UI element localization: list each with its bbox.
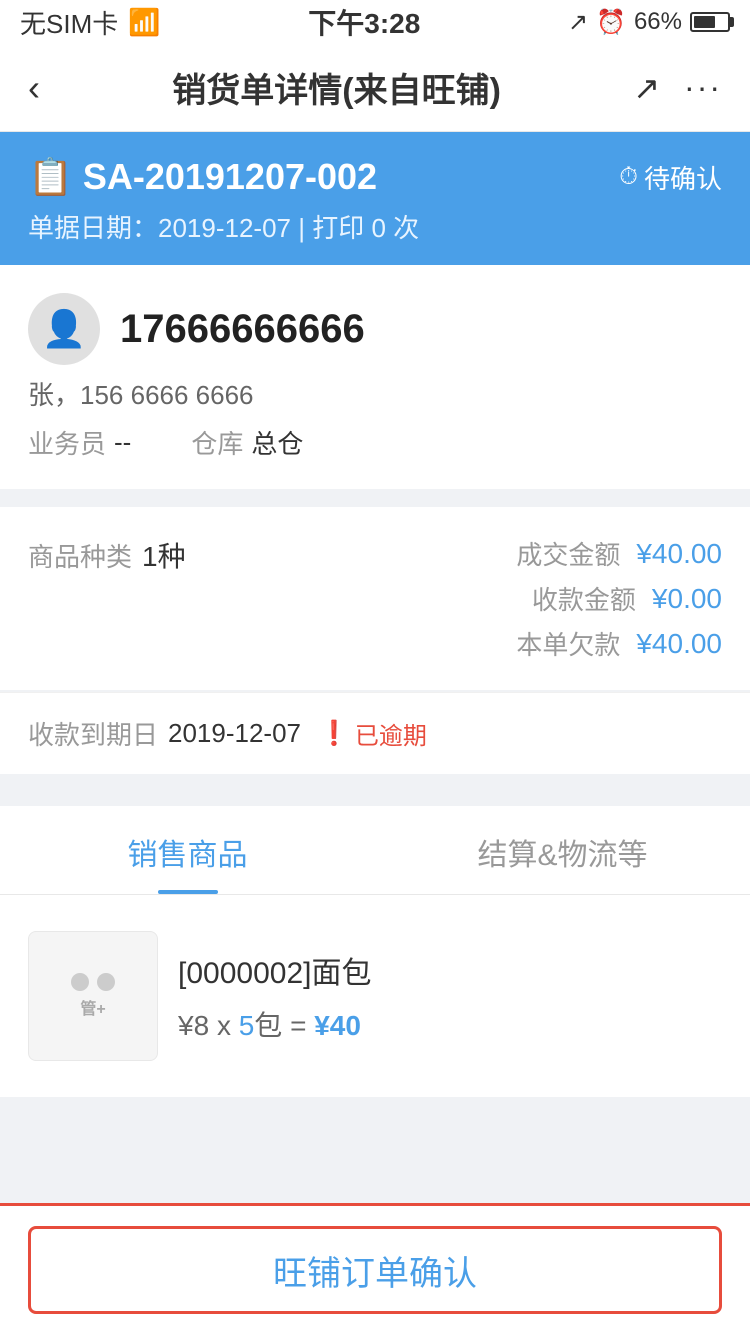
customer-info: 张，156 6666 6666	[28, 375, 722, 412]
avatar: 👤	[28, 293, 100, 365]
status-left: 无SIM卡 📶	[20, 4, 161, 41]
product-type-label: 商品种类	[28, 537, 132, 574]
due-date-label: 收款到期日	[28, 715, 158, 752]
product-info: [0000002]面包 ¥8 x 5包 = ¥40	[178, 948, 722, 1044]
due-date-section: 收款到期日 2019-12-07 ❗ 已逾期	[0, 692, 750, 774]
nav-bar: ‹ 销货单详情(来自旺铺) ↗ ···	[0, 44, 750, 132]
back-button[interactable]: ‹	[28, 67, 40, 109]
amount-label-2: 本单欠款	[516, 625, 620, 662]
order-status-text: 待确认	[644, 159, 722, 196]
amount-value-1: ¥0.00	[652, 583, 722, 615]
status-right: ↗ ⏰ 66%	[568, 8, 730, 37]
warehouse-item: 仓库 总仓	[191, 424, 303, 461]
order-date-value: 2019-12-07	[158, 213, 291, 243]
owl-eye-left	[71, 973, 89, 991]
divider-1	[0, 491, 750, 507]
amount-label-0: 成交金额	[516, 535, 620, 572]
financial-section: 商品种类 1种 成交金额 ¥40.00 收款金额 ¥0.00 本单欠款 ¥40.…	[0, 507, 750, 690]
owl-logo: 管+	[71, 973, 115, 1019]
product-type-value: 1种	[142, 535, 186, 575]
share-icon[interactable]: ↗	[633, 69, 660, 107]
time-display: 下午3:28	[308, 2, 420, 42]
order-header-top: 📋 SA-20191207-002 ⏱ 待确认	[28, 156, 722, 198]
product-total: ¥40	[314, 1010, 361, 1041]
order-date-separator: |	[291, 213, 312, 243]
product-item-0: 管+ [0000002]面包 ¥8 x 5包 = ¥40	[28, 915, 722, 1077]
order-number-icon: 📋	[28, 156, 73, 198]
product-code: [0000002]	[178, 957, 311, 990]
product-price-row: ¥8 x 5包 = ¥40	[178, 1004, 722, 1044]
battery-text: 66%	[634, 8, 682, 36]
owl-text: 管+	[80, 995, 105, 1019]
warehouse-label: 仓库	[191, 424, 243, 461]
overdue-badge: ❗ 已逾期	[319, 716, 427, 751]
divider-2	[0, 774, 750, 790]
product-name: [0000002]面包	[178, 948, 722, 992]
due-date-value: 2019-12-07	[168, 718, 301, 749]
product-list: 管+ [0000002]面包 ¥8 x 5包 = ¥40	[0, 895, 750, 1097]
avatar-icon: 👤	[42, 308, 87, 350]
order-status-badge: ⏱ 待确认	[619, 159, 722, 196]
amount-row-0: 成交金额 ¥40.00	[516, 535, 722, 572]
owl-eyes	[71, 973, 115, 991]
tabs-row: 销售商品 结算&物流等	[0, 806, 750, 895]
tab-sales-products[interactable]: 销售商品	[0, 806, 375, 894]
salesperson-value: --	[114, 427, 131, 458]
carrier-text: 无SIM卡	[20, 4, 118, 41]
order-date-label: 单据日期：	[28, 213, 158, 243]
battery-icon	[690, 12, 730, 32]
clock-icon: ⏱	[619, 163, 638, 191]
amount-value-0: ¥40.00	[636, 538, 722, 570]
status-bar: 无SIM卡 📶 下午3:28 ↗ ⏰ 66%	[0, 0, 750, 44]
financial-inner: 商品种类 1种 成交金额 ¥40.00 收款金额 ¥0.00 本单欠款 ¥40.…	[28, 535, 722, 662]
product-qty: 5	[239, 1010, 255, 1041]
equals-sign: =	[290, 1010, 314, 1041]
customer-phone: 17666666666	[120, 307, 365, 352]
location-icon: ↗	[568, 8, 588, 37]
financial-amounts: 成交金额 ¥40.00 收款金额 ¥0.00 本单欠款 ¥40.00	[516, 535, 722, 662]
warehouse-value: 总仓	[251, 424, 303, 461]
order-number: 📋 SA-20191207-002	[28, 156, 377, 198]
nav-right-actions: ↗ ···	[633, 69, 722, 107]
salesperson-item: 业务员 --	[28, 424, 131, 461]
overdue-text: 已逾期	[355, 716, 427, 751]
confirm-order-button[interactable]: 旺铺订单确认	[28, 1226, 722, 1314]
order-date-row: 单据日期：2019-12-07 | 打印 0 次	[28, 208, 722, 245]
alarm-icon: ⏰	[596, 8, 626, 37]
customer-section: 👤 17666666666 张，156 6666 6666 业务员 -- 仓库 …	[0, 265, 750, 489]
product-price: ¥8	[178, 1010, 209, 1041]
order-number-text: SA-20191207-002	[83, 156, 377, 198]
product-thumb-inner: 管+	[29, 932, 157, 1060]
tab-settlement-logistics[interactable]: 结算&物流等	[375, 806, 750, 894]
amount-value-2: ¥40.00	[636, 628, 722, 660]
warning-icon: ❗	[319, 719, 349, 748]
product-name-text: 面包	[311, 957, 371, 990]
product-type-area: 商品种类 1种	[28, 535, 186, 575]
more-options-icon[interactable]: ···	[684, 69, 722, 106]
customer-meta-row: 业务员 -- 仓库 总仓	[28, 424, 722, 461]
customer-row: 👤 17666666666	[28, 293, 722, 365]
product-unit: 包	[254, 1010, 282, 1041]
battery-fill	[694, 16, 715, 28]
order-header-card: 📋 SA-20191207-002 ⏱ 待确认 单据日期：2019-12-07 …	[0, 132, 750, 265]
salesperson-label: 业务员	[28, 424, 106, 461]
product-type-row: 商品种类 1种	[28, 535, 186, 575]
amount-row-2: 本单欠款 ¥40.00	[516, 625, 722, 662]
multiply-sign: x	[217, 1010, 239, 1041]
wifi-icon: 📶	[128, 7, 160, 38]
amount-label-1: 收款金额	[532, 580, 636, 617]
tabs-section: 销售商品 结算&物流等 管+ [0000002]面包	[0, 806, 750, 1097]
product-thumbnail: 管+	[28, 931, 158, 1061]
amount-row-1: 收款金额 ¥0.00	[532, 580, 722, 617]
confirm-button-area: 旺铺订单确认	[0, 1203, 750, 1334]
order-print-info: 打印 0 次	[312, 213, 419, 243]
owl-eye-right	[97, 973, 115, 991]
page-title: 销货单详情(来自旺铺)	[172, 63, 501, 112]
